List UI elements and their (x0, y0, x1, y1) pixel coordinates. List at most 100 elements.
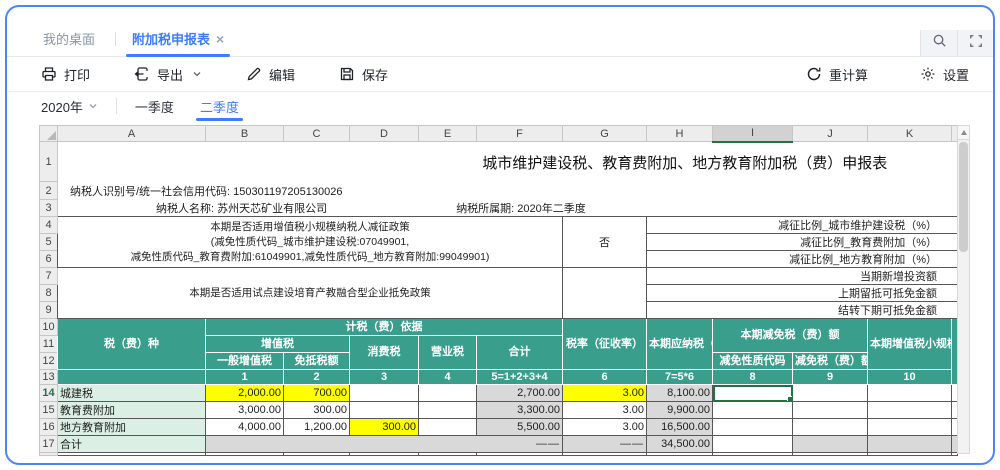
policy1-answer-cell[interactable]: 否 (563, 217, 647, 268)
column-header-f[interactable]: F (477, 126, 563, 142)
header-payable[interactable]: 本期应纳税（费）额 (647, 319, 713, 370)
policy2-cell[interactable]: 本期是否适用试点建设培育产教融合型企业抵免政策 (58, 268, 563, 319)
code-1[interactable]: 1 (206, 370, 284, 385)
select-all-corner[interactable] (40, 126, 58, 142)
cell-total-basis[interactable]: —— (206, 436, 563, 453)
header-rate[interactable]: 税率（征收率） (563, 319, 647, 370)
cell-i18-partial[interactable] (713, 453, 793, 456)
header-reduction-code[interactable]: 减免性质代码 (713, 353, 793, 370)
row-header-3[interactable]: 3 (40, 200, 58, 217)
cell-d16[interactable]: 300.00 (350, 419, 419, 436)
year-select[interactable]: 2020年 (41, 92, 98, 121)
cell-h16[interactable]: 16,500.00 (647, 419, 713, 436)
row-header-17[interactable]: 17 (40, 436, 58, 453)
cell-b18-partial[interactable] (206, 453, 284, 456)
cell-f18-partial[interactable] (477, 453, 563, 456)
header-business[interactable]: 营业税 (419, 336, 477, 370)
code-3[interactable]: 3 (350, 370, 419, 385)
header-total[interactable]: 合计 (477, 336, 563, 370)
cell-j18-partial[interactable] (793, 453, 868, 456)
cell-k18-partial[interactable] (868, 453, 952, 456)
cell-e18-partial[interactable] (419, 453, 477, 456)
cell-a18-partial[interactable] (58, 453, 206, 456)
row-header-2[interactable]: 2 (40, 182, 58, 200)
code-10[interactable]: 10 (868, 370, 952, 385)
cell-b14[interactable]: 2,000.00 (206, 385, 284, 402)
row-header-15[interactable]: 15 (40, 402, 58, 419)
policy2-answer-cell[interactable] (563, 268, 647, 319)
column-header-i-selected[interactable]: I (713, 126, 793, 142)
row-label-education-surcharge[interactable]: 教育费附加 (58, 402, 206, 419)
cell-total-payable[interactable]: 34,500.00 (647, 436, 713, 453)
save-button[interactable]: 保存 (339, 65, 388, 84)
cell-f16[interactable]: 5,500.00 (477, 419, 563, 436)
tab-surtax-return[interactable]: 附加税申报表 × (128, 29, 228, 56)
cell-j15[interactable] (793, 402, 868, 419)
code-7[interactable]: 7=5*6 (647, 370, 713, 385)
label-reduction-ratio-local[interactable]: 减征比例_地方教育附加（%） (647, 251, 958, 268)
label-new-investment[interactable]: 当期新增投资额 (647, 268, 958, 285)
scroll-up-button[interactable] (958, 126, 969, 140)
column-header-a[interactable]: A (58, 126, 206, 142)
row-header-6[interactable]: 6 (40, 251, 58, 268)
row-header-10[interactable]: 10 (40, 319, 58, 336)
header-tax-type[interactable]: 税（费）种 (58, 319, 206, 370)
edit-button[interactable]: 编辑 (246, 65, 295, 84)
cell-j16[interactable] (793, 419, 868, 436)
row-header-4[interactable]: 4 (40, 217, 58, 234)
header-reduction-amount[interactable]: 减免税（费）额 (793, 353, 868, 370)
cell-e14[interactable] (419, 385, 477, 402)
cell-g14[interactable]: 3.00 (563, 385, 647, 402)
cell-j17[interactable] (793, 436, 868, 453)
cell-c16[interactable]: 1,200.00 (284, 419, 350, 436)
policy1-cell[interactable]: 本期是否适用增值税小规模纳税人减征政策 (减免性质代码_城市维护建设税:0704… (58, 217, 563, 268)
cell-h14[interactable]: 8,100.00 (647, 385, 713, 402)
row-header-12[interactable]: 12 (40, 353, 58, 370)
cell-i16[interactable] (713, 419, 793, 436)
cell-d14[interactable] (350, 385, 419, 402)
cell-i17[interactable] (713, 436, 793, 453)
cell-i14-selected[interactable] (713, 385, 793, 402)
search-button[interactable] (921, 30, 957, 56)
cell-f15[interactable]: 3,300.00 (477, 402, 563, 419)
label-reduction-ratio-education[interactable]: 减征比例_教育费附加（%） (647, 234, 958, 251)
cell-g18-partial[interactable] (563, 453, 647, 456)
cell-j14[interactable] (793, 385, 868, 402)
row-header-13[interactable]: 13 (40, 370, 58, 385)
row-header-1[interactable]: 1 (40, 142, 58, 182)
cell-f14[interactable]: 2,700.00 (477, 385, 563, 402)
cell-k14[interactable] (868, 385, 952, 402)
column-header-d[interactable]: D (350, 126, 419, 142)
print-button[interactable]: 打印 (41, 65, 90, 84)
code-2[interactable]: 2 (284, 370, 350, 385)
recalculate-button[interactable]: 重计算 (806, 65, 868, 84)
cell-d18-partial[interactable] (350, 453, 419, 456)
column-header-e[interactable]: E (419, 126, 477, 142)
fullscreen-button[interactable] (957, 30, 993, 56)
header-vat[interactable]: 增值税 (206, 336, 350, 353)
row-header-7[interactable]: 7 (40, 268, 58, 285)
cell-b16[interactable]: 4,000.00 (206, 419, 284, 436)
column-header-c[interactable]: C (284, 126, 350, 142)
row-header-11[interactable]: 11 (40, 336, 58, 353)
cell-c18-partial[interactable] (284, 453, 350, 456)
code-5[interactable]: 5=1+2+3+4 (477, 370, 563, 385)
quarter-tab-q2[interactable]: 二季度 (200, 92, 239, 121)
header-basis[interactable]: 计税（费）依据 (206, 319, 563, 336)
tab-close-icon[interactable]: × (216, 32, 224, 46)
label-prior-credit[interactable]: 上期留抵可抵免金额 (647, 285, 958, 302)
column-header-g[interactable]: G (563, 126, 647, 142)
header-reduction[interactable]: 本期减免税（费）额 (713, 319, 868, 353)
form-title-cell[interactable]: 城市维护建设税、教育费附加、地方教育附加税（费）申报表 (58, 142, 958, 182)
row-label-local-education[interactable]: 地方教育附加 (58, 419, 206, 436)
row-header-16[interactable]: 16 (40, 419, 58, 436)
code-8[interactable]: 8 (713, 370, 793, 385)
cell-g15[interactable]: 3.00 (563, 402, 647, 419)
cell-k16[interactable] (868, 419, 952, 436)
row-header-5[interactable]: 5 (40, 234, 58, 251)
cell-e15[interactable] (419, 402, 477, 419)
row-header-18-partial[interactable] (40, 453, 58, 456)
cell-b15[interactable]: 3,000.00 (206, 402, 284, 419)
header-exempt-offset[interactable]: 免抵税额 (284, 353, 350, 370)
header-consumption[interactable]: 消费税 (350, 336, 419, 370)
